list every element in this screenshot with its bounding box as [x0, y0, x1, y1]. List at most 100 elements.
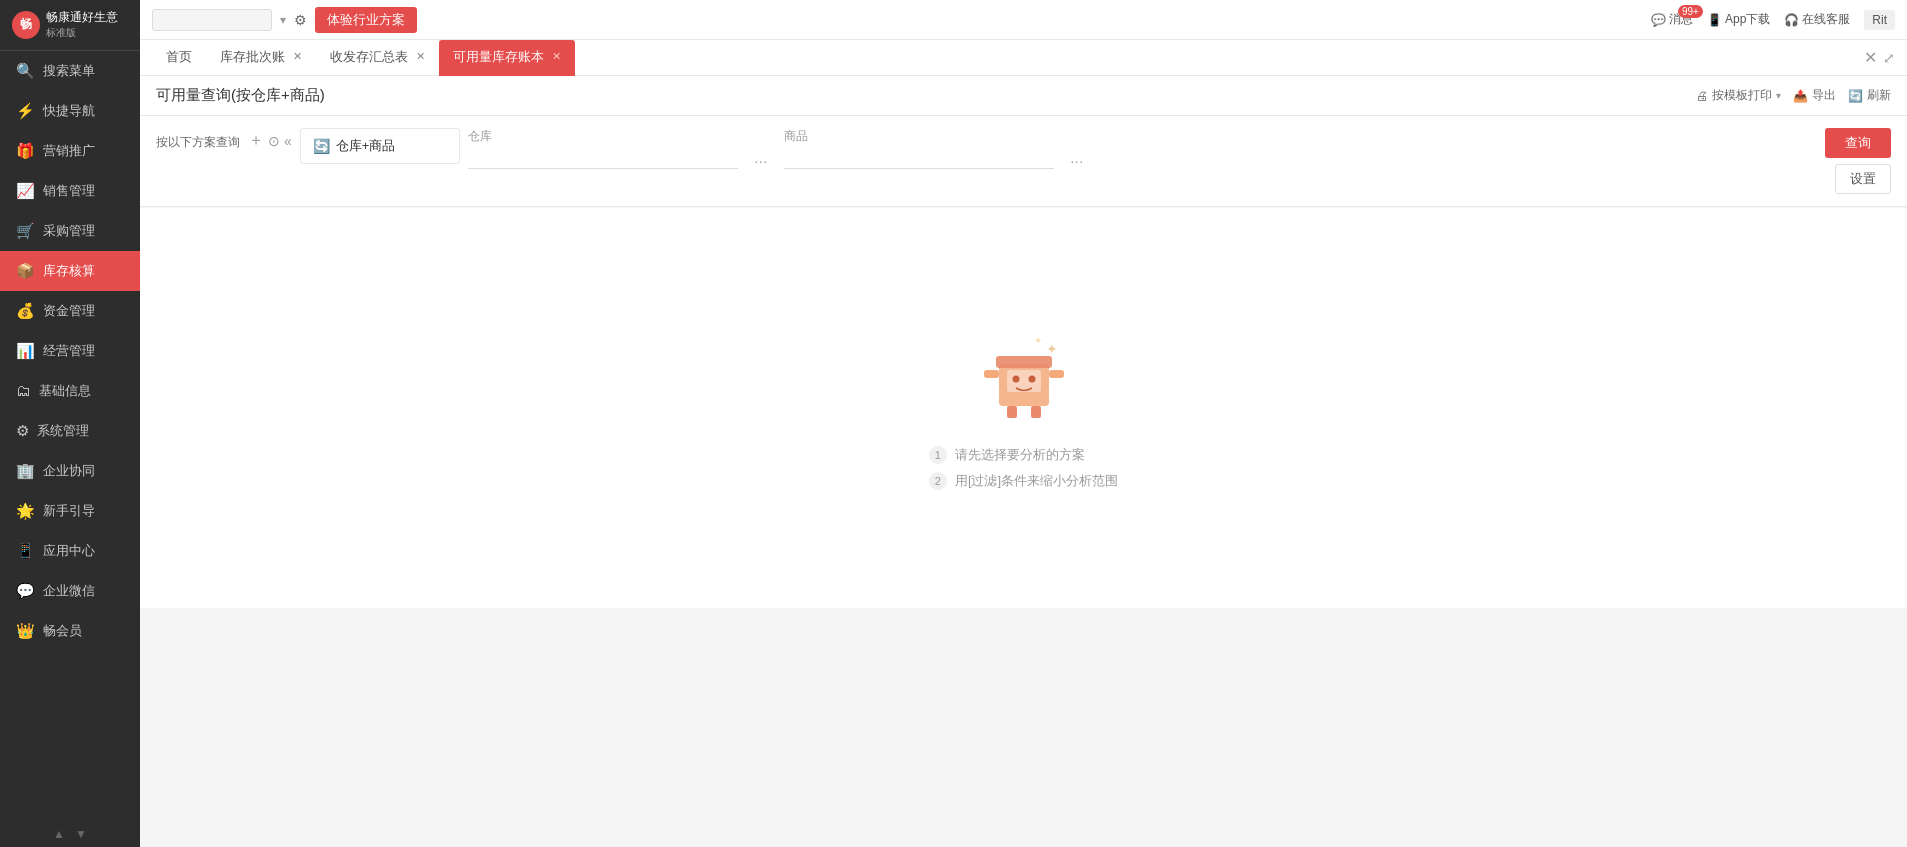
sidebar-item-basic[interactable]: 🗂 基础信息	[0, 371, 140, 411]
sidebar-scroll-down[interactable]: ▼	[75, 827, 87, 841]
export-btn[interactable]: 📤 导出	[1793, 87, 1836, 104]
wxwork-icon: 💬	[16, 582, 35, 600]
appcenter-icon: 📱	[16, 542, 35, 560]
tip-num-2: 2	[929, 472, 947, 490]
tab-available-ledger-close[interactable]: ✕	[552, 50, 561, 63]
message-icon: 💬	[1651, 13, 1666, 27]
online-service-button[interactable]: 🎧 在线客服	[1784, 11, 1850, 28]
message-button[interactable]: 💬 消息 99+	[1651, 11, 1693, 28]
topbar-gear-icon[interactable]: ⚙	[294, 12, 307, 28]
sidebar-item-search[interactable]: 🔍 搜索菜单	[0, 51, 140, 91]
tabbar-controls: ✕ ⤢	[1864, 48, 1895, 67]
filter-add-button[interactable]: ＋	[248, 130, 264, 151]
print-btn[interactable]: 🖨 按模板打印 ▾	[1696, 87, 1781, 104]
warehouse-input[interactable]	[468, 147, 738, 169]
filter-scheme-box: 🔄 仓库+商品	[300, 128, 460, 164]
tip-text-1: 请先选择要分析的方案	[955, 446, 1085, 464]
fund-icon: 💰	[16, 302, 35, 320]
empty-tip-1: 1 请先选择要分析的方案	[929, 446, 1118, 464]
page-header: 可用量查询(按仓库+商品) 🖨 按模板打印 ▾ 📤 导出 🔄 刷新	[140, 76, 1907, 116]
svg-rect-8	[1049, 370, 1064, 378]
tabbar-close-icon[interactable]: ✕	[1864, 48, 1877, 67]
sidebar-item-label: 搜索菜单	[43, 62, 95, 80]
sidebar-item-vip[interactable]: 👑 畅会员	[0, 611, 140, 651]
svg-text:✦: ✦	[1046, 341, 1058, 357]
query-button[interactable]: 查询	[1825, 128, 1891, 158]
topbar: ▾ ⚙ 体验行业方案 💬 消息 99+ 📱 App下载 🎧 在线客服 Rit	[140, 0, 1907, 40]
goods-label: 商品	[784, 128, 1054, 145]
sidebar-item-enterprise[interactable]: 🏢 企业协同	[0, 451, 140, 491]
sidebar-item-label: 营销推广	[43, 142, 95, 160]
trial-button[interactable]: 体验行业方案	[315, 7, 417, 33]
vip-icon: 👑	[16, 622, 35, 640]
filter-collapse-button[interactable]: «	[284, 133, 292, 149]
tab-batch-account-close[interactable]: ✕	[293, 50, 302, 63]
goods-input[interactable]	[784, 147, 1054, 169]
app-download-button[interactable]: 📱 App下载	[1707, 11, 1770, 28]
filter-scheme-item[interactable]: 🔄 仓库+商品	[301, 133, 459, 159]
goods-field: 商品	[784, 128, 1054, 169]
tab-available-ledger[interactable]: 可用量库存账本 ✕	[439, 40, 575, 76]
export-label: 导出	[1812, 87, 1836, 104]
sidebar-item-appcenter[interactable]: 📱 应用中心	[0, 531, 140, 571]
tip-num-1: 1	[929, 446, 947, 464]
sidebar-scroll-up[interactable]: ▲	[53, 827, 65, 841]
warehouse-more-icon[interactable]: …	[754, 150, 768, 166]
sidebar-item-purchase[interactable]: 🛒 采购管理	[0, 211, 140, 251]
sidebar-item-label: 应用中心	[43, 542, 95, 560]
filter-fields: 仓库 … 商品 …	[468, 128, 1817, 169]
tab-recv-summary-close[interactable]: ✕	[416, 50, 425, 63]
print-chevron-icon[interactable]: ▾	[1776, 90, 1781, 101]
empty-tips: 1 请先选择要分析的方案 2 用[过滤]条件来缩小分析范围	[929, 446, 1118, 490]
main-area: ▾ ⚙ 体验行业方案 💬 消息 99+ 📱 App下载 🎧 在线客服 Rit	[140, 0, 1907, 847]
tab-home-label: 首页	[166, 48, 192, 66]
settings-button[interactable]: 设置	[1835, 164, 1891, 194]
shortcuts-icon: ⚡	[16, 102, 35, 120]
warehouse-field: 仓库	[468, 128, 738, 169]
inventory-icon: 📦	[16, 262, 35, 280]
tabbar: 首页 库存批次账 ✕ 收发存汇总表 ✕ 可用量库存账本 ✕ ✕ ⤢	[140, 40, 1907, 76]
refresh-btn[interactable]: 🔄 刷新	[1848, 87, 1891, 104]
print-icon: 🖨	[1696, 89, 1708, 103]
tab-home[interactable]: 首页	[152, 40, 206, 76]
sidebar-item-ops[interactable]: 📊 经营管理	[0, 331, 140, 371]
svg-rect-7	[984, 370, 999, 378]
filter-setting-button[interactable]: ⊙	[268, 133, 280, 149]
sidebar-item-label: 新手引导	[43, 502, 95, 520]
sidebar-item-system[interactable]: ⚙ 系统管理	[0, 411, 140, 451]
sidebar-item-fund[interactable]: 💰 资金管理	[0, 291, 140, 331]
basic-icon: 🗂	[16, 382, 31, 399]
svg-rect-2	[1007, 370, 1041, 392]
topbar-chevron-icon[interactable]: ▾	[280, 13, 286, 27]
search-icon: 🔍	[16, 62, 35, 80]
sidebar-item-guide[interactable]: 🌟 新手引导	[0, 491, 140, 531]
sidebar-item-wxwork[interactable]: 💬 企业微信	[0, 571, 140, 611]
refresh-label: 刷新	[1867, 87, 1891, 104]
sidebar-item-marketing[interactable]: 🎁 营销推广	[0, 131, 140, 171]
sidebar-item-label: 企业微信	[43, 582, 95, 600]
export-icon: 📤	[1793, 89, 1808, 103]
user-profile-button[interactable]: Rit	[1864, 10, 1895, 30]
empty-state: ✦ ✦ 1 请先选择要分析的方案 2 用[过滤]条件来缩小分析范围	[140, 208, 1907, 608]
svg-point-3	[1012, 376, 1019, 383]
sidebar-item-label: 快捷导航	[43, 102, 95, 120]
logo-icon: 畅	[12, 11, 40, 39]
service-icon: 🎧	[1784, 13, 1799, 27]
tab-batch-account[interactable]: 库存批次账 ✕	[206, 40, 316, 76]
sidebar-item-sales[interactable]: 📈 销售管理	[0, 171, 140, 211]
refresh-icon: 🔄	[1848, 89, 1863, 103]
svg-rect-1	[996, 356, 1052, 368]
sidebar-item-label: 基础信息	[39, 382, 91, 400]
topbar-search-input[interactable]	[152, 9, 272, 31]
guide-icon: 🌟	[16, 502, 35, 520]
sidebar-item-inventory[interactable]: 📦 库存核算	[0, 251, 140, 291]
page-title: 可用量查询(按仓库+商品)	[156, 86, 325, 105]
svg-text:✦: ✦	[1034, 335, 1042, 346]
logo-text: 畅康通好生意 标准版	[46, 10, 118, 40]
tabbar-expand-icon[interactable]: ⤢	[1883, 50, 1895, 66]
print-label: 按模板打印	[1712, 87, 1772, 104]
goods-more-icon[interactable]: …	[1070, 150, 1084, 166]
tab-recv-summary[interactable]: 收发存汇总表 ✕	[316, 40, 439, 76]
tab-recv-summary-label: 收发存汇总表	[330, 48, 408, 66]
sidebar-item-shortcuts[interactable]: ⚡ 快捷导航	[0, 91, 140, 131]
